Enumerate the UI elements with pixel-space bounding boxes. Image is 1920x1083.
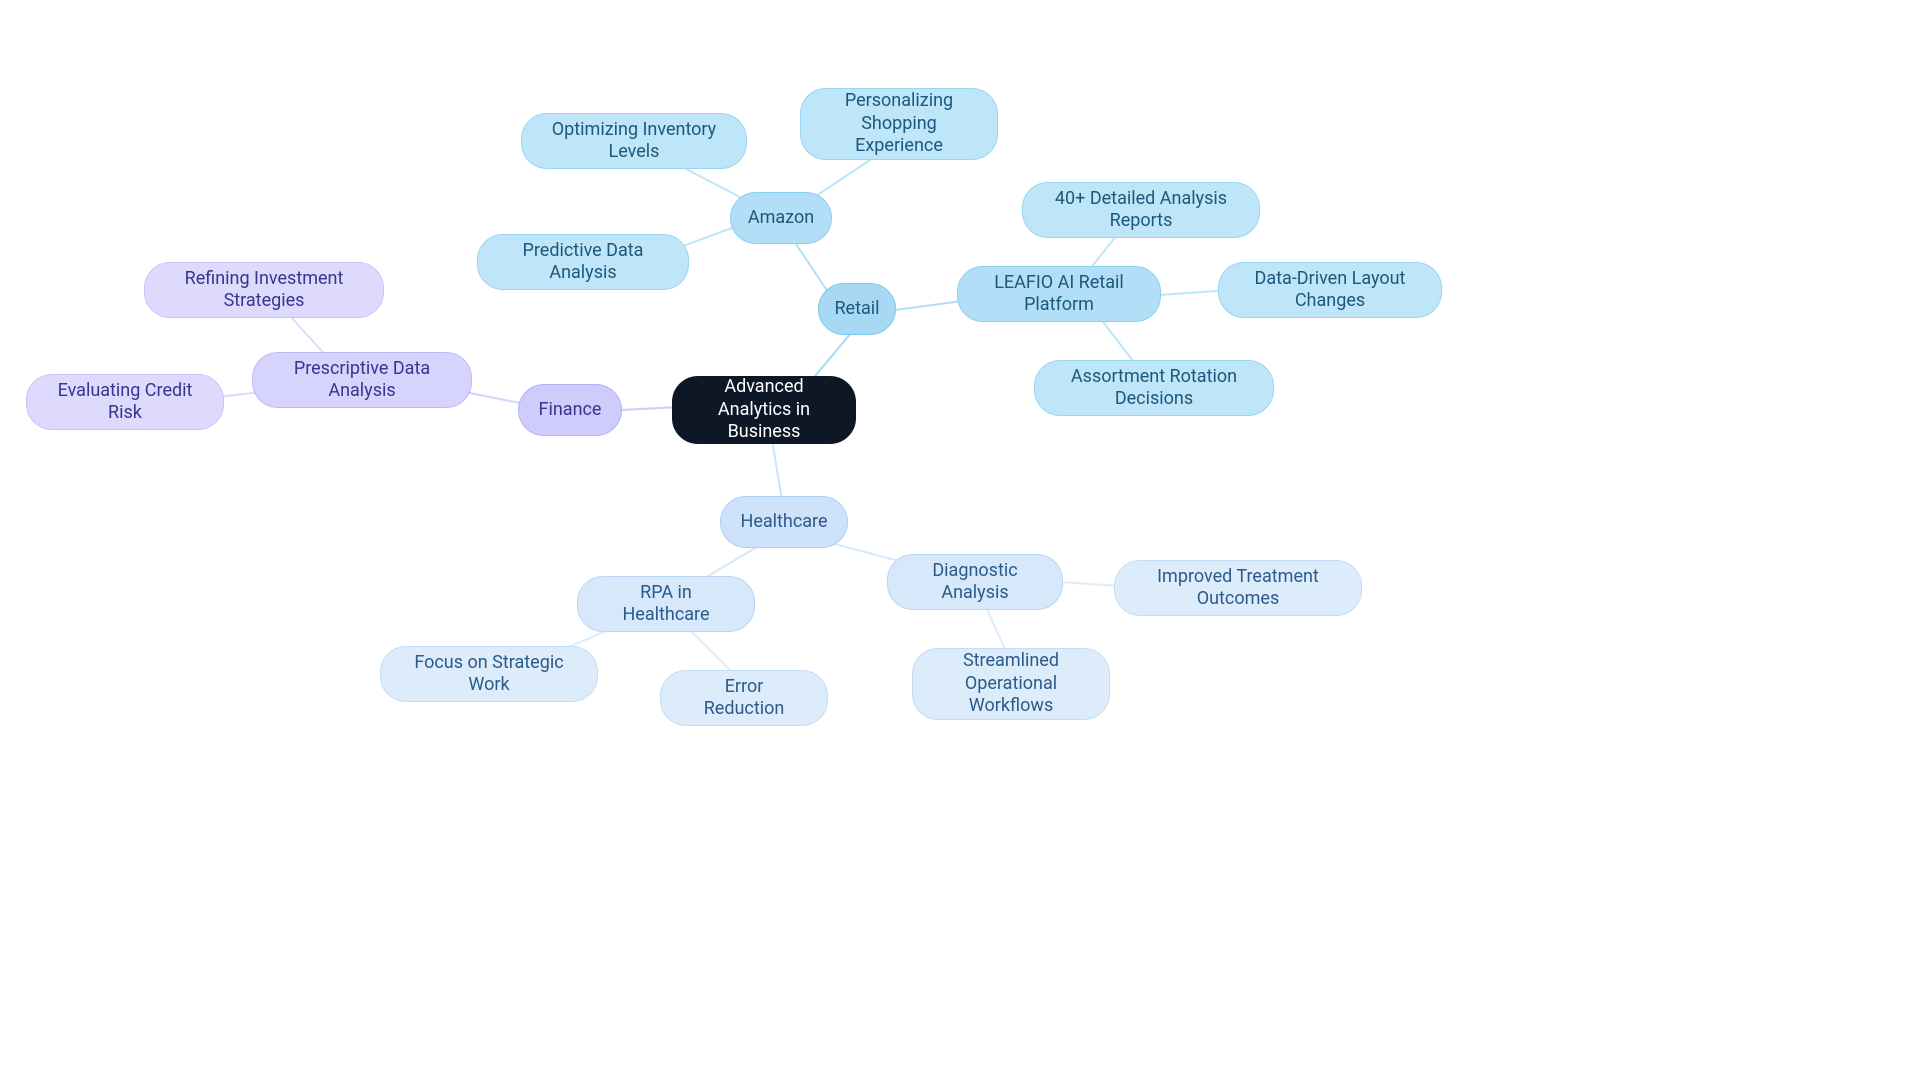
inventory-node[interactable]: Optimizing Inventory Levels [521, 113, 747, 169]
layout-node[interactable]: Data-Driven Layout Changes [1218, 262, 1442, 318]
investment-label: Refining Investment Strategies [167, 268, 361, 313]
amazon-label: Amazon [748, 207, 814, 230]
healthcare-node[interactable]: Healthcare [720, 496, 848, 548]
reports-label: 40+ Detailed Analysis Reports [1045, 188, 1237, 233]
root-label: Advanced Analytics in Business [695, 376, 833, 444]
finance-label: Finance [539, 399, 602, 422]
amazon-node[interactable]: Amazon [730, 192, 832, 244]
healthcare-label: Healthcare [740, 511, 827, 534]
rpa-node[interactable]: RPA in Healthcare [577, 576, 755, 632]
workflows-node[interactable]: Streamlined Operational Workflows [912, 648, 1110, 720]
mindmap-canvas: Advanced Analytics in Business Retail Am… [0, 0, 1920, 1083]
diagnostic-node[interactable]: Diagnostic Analysis [887, 554, 1063, 610]
assortment-label: Assortment Rotation Decisions [1057, 366, 1251, 411]
credit-label: Evaluating Credit Risk [49, 380, 201, 425]
credit-node[interactable]: Evaluating Credit Risk [26, 374, 224, 430]
predictive-node[interactable]: Predictive Data Analysis [477, 234, 689, 290]
root-node[interactable]: Advanced Analytics in Business [672, 376, 856, 444]
edge-layer [0, 0, 1920, 1083]
retail-node[interactable]: Retail [818, 283, 896, 335]
reports-node[interactable]: 40+ Detailed Analysis Reports [1022, 182, 1260, 238]
diagnostic-label: Diagnostic Analysis [910, 560, 1040, 605]
strategic-node[interactable]: Focus on Strategic Work [380, 646, 598, 702]
treatment-label: Improved Treatment Outcomes [1137, 566, 1339, 611]
personalizing-node[interactable]: Personalizing Shopping Experience [800, 88, 998, 160]
assortment-node[interactable]: Assortment Rotation Decisions [1034, 360, 1274, 416]
workflows-label: Streamlined Operational Workflows [935, 650, 1087, 718]
error-node[interactable]: Error Reduction [660, 670, 828, 726]
leafio-node[interactable]: LEAFIO AI Retail Platform [957, 266, 1161, 322]
rpa-label: RPA in Healthcare [600, 582, 732, 627]
layout-label: Data-Driven Layout Changes [1241, 268, 1419, 313]
retail-label: Retail [834, 298, 879, 321]
personalizing-label: Personalizing Shopping Experience [823, 90, 975, 158]
leafio-label: LEAFIO AI Retail Platform [980, 272, 1138, 317]
treatment-node[interactable]: Improved Treatment Outcomes [1114, 560, 1362, 616]
investment-node[interactable]: Refining Investment Strategies [144, 262, 384, 318]
error-label: Error Reduction [683, 676, 805, 721]
predictive-label: Predictive Data Analysis [500, 240, 666, 285]
inventory-label: Optimizing Inventory Levels [544, 119, 724, 164]
strategic-label: Focus on Strategic Work [403, 652, 575, 697]
prescriptive-node[interactable]: Prescriptive Data Analysis [252, 352, 472, 408]
prescriptive-label: Prescriptive Data Analysis [275, 358, 449, 403]
finance-node[interactable]: Finance [518, 384, 622, 436]
